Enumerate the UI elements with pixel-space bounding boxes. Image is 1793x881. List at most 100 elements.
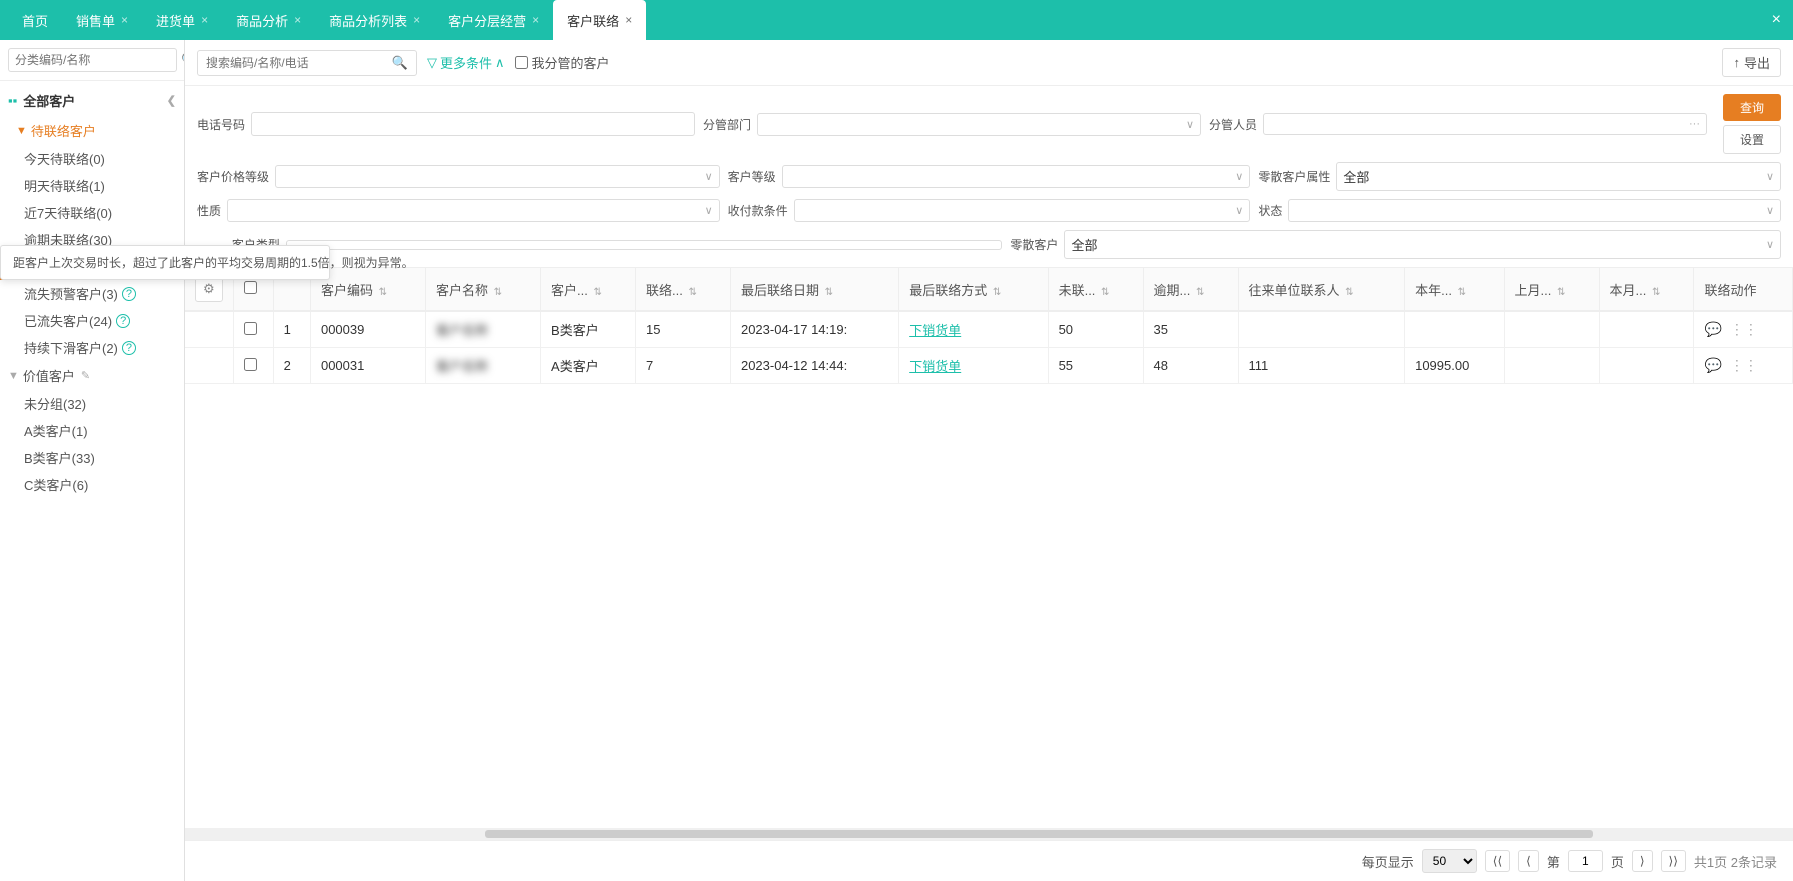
- sort-date-icon[interactable]: ⇅: [825, 287, 833, 298]
- filter-row-3: 性质 ∨ 收付款条件 ∨ 状态: [197, 199, 1781, 222]
- nav-customer-tier[interactable]: 客户分层经营 ×: [434, 0, 553, 40]
- retail-customer-label: 零散客户: [1010, 236, 1058, 253]
- price-level-select[interactable]: ∨: [275, 165, 720, 188]
- sort-uncontacted-icon[interactable]: ⇅: [1101, 287, 1109, 298]
- customer-type-select[interactable]: [286, 240, 1003, 250]
- nav-customer-contact[interactable]: 客户联络 ×: [553, 0, 646, 40]
- more-icon-1[interactable]: ⋮⋮: [1730, 321, 1758, 338]
- my-customer-checkbox[interactable]: [515, 56, 528, 69]
- export-icon: ↑: [1733, 55, 1740, 70]
- close-customer-contact-tab[interactable]: ×: [625, 13, 632, 27]
- declining-item[interactable]: 持续下滑客户(2) ?: [0, 334, 184, 361]
- cell-index-2: 2: [273, 348, 310, 384]
- filter-form: 电话号码 分管部门 ∨ 分管人员 ···: [185, 86, 1793, 268]
- close-product-analysis-list-tab[interactable]: ×: [413, 13, 420, 27]
- sort-lm-icon[interactable]: ⇅: [1557, 287, 1565, 298]
- today-pending[interactable]: 今天待联络(0): [0, 145, 184, 172]
- horizontal-scrollbar[interactable]: [185, 828, 1793, 840]
- close-customer-tier-tab[interactable]: ×: [532, 13, 539, 27]
- customer-level-select[interactable]: ∨: [782, 165, 1251, 188]
- dept-select[interactable]: ∨: [757, 113, 1201, 136]
- payment-label: 收付款条件: [728, 202, 788, 219]
- tomorrow-pending[interactable]: 明天待联络(1): [0, 172, 184, 199]
- close-product-analysis-tab[interactable]: ×: [294, 13, 301, 27]
- declining-help[interactable]: ?: [122, 341, 136, 355]
- value-a-class[interactable]: A类客户(1): [0, 417, 184, 444]
- churned-item[interactable]: 已流失客户(24) ?: [0, 307, 184, 334]
- nav-purchase[interactable]: 进货单 ×: [142, 0, 222, 40]
- cell-person-1: [1238, 311, 1405, 348]
- sort-name-icon[interactable]: ⇅: [494, 287, 502, 298]
- status-arrow: ∨: [1766, 204, 1774, 217]
- cell-checkbox-2: [233, 348, 273, 384]
- prev-page-btn[interactable]: ⟨: [1518, 850, 1539, 872]
- cell-uncontacted-2: 55: [1048, 348, 1143, 384]
- value-c-class[interactable]: C类客户(6): [0, 471, 184, 498]
- settings-button[interactable]: 设置: [1723, 125, 1781, 154]
- pending-contact-group[interactable]: ▼ 待联络客户: [0, 116, 184, 145]
- query-button[interactable]: 查询: [1723, 94, 1781, 121]
- nav-sales[interactable]: 销售单 ×: [62, 0, 142, 40]
- select-all-checkbox[interactable]: [244, 281, 257, 294]
- gender-select[interactable]: ∨: [227, 199, 720, 222]
- sort-type-icon[interactable]: ⇅: [594, 287, 602, 298]
- retail-customer-select[interactable]: 全部 ∨: [1064, 230, 1781, 259]
- chat-icon-2[interactable]: 💬: [1704, 357, 1721, 374]
- churn-warning-item[interactable]: 流失预警客户(3) ?: [0, 280, 184, 307]
- action-icons-1: 💬 ⋮⋮: [1704, 321, 1782, 338]
- sort-contact-icon[interactable]: ⇅: [688, 287, 696, 298]
- dept-label: 分管部门: [703, 116, 751, 133]
- value-ungrouped[interactable]: 未分组(32): [0, 390, 184, 417]
- search-input[interactable]: [206, 56, 388, 70]
- churn-warning-help[interactable]: ?: [122, 287, 136, 301]
- cell-year-2: 10995.00: [1405, 348, 1504, 384]
- phone-input[interactable]: [251, 112, 695, 136]
- chat-icon-1[interactable]: 💬: [1704, 321, 1721, 338]
- table-row: 2 000031 客户名称 A类客户 7 2023-04-12 14:44: 下…: [185, 348, 1793, 384]
- churned-help[interactable]: ?: [116, 314, 130, 328]
- payment-select[interactable]: ∨: [794, 199, 1251, 222]
- sort-tm-icon[interactable]: ⇅: [1652, 287, 1660, 298]
- per-page-select[interactable]: 50 100 200: [1422, 849, 1477, 873]
- retail-attr-select[interactable]: 全部 ∨: [1336, 162, 1781, 191]
- all-customers-header[interactable]: ▪▪ 全部客户 ❮: [0, 85, 184, 116]
- page-number-input[interactable]: [1568, 850, 1603, 872]
- sort-overdue-icon[interactable]: ⇅: [1196, 287, 1204, 298]
- value-customers-section[interactable]: ▼ 价值客户 ✎: [0, 361, 184, 390]
- close-all-tabs[interactable]: ×: [1772, 11, 1781, 29]
- close-purchase-tab[interactable]: ×: [201, 13, 208, 27]
- tooltip-box: 距客户上次交易时长，超过了此客户的平均交易周期的1.5倍，则视为异常。: [185, 245, 330, 280]
- contact-method-link-1[interactable]: 下销货单: [909, 323, 961, 338]
- next-page-btn[interactable]: ⟩: [1632, 850, 1653, 872]
- sort-code-icon[interactable]: ⇅: [379, 287, 387, 298]
- more-icon-2[interactable]: ⋮⋮: [1730, 357, 1758, 374]
- last-page-btn[interactable]: ⟩⟩: [1661, 850, 1686, 872]
- contact-method-link-2[interactable]: 下销货单: [909, 359, 961, 374]
- manager-select[interactable]: ···: [1263, 113, 1707, 135]
- row2-checkbox[interactable]: [244, 358, 257, 371]
- nav-product-analysis-list[interactable]: 商品分析列表 ×: [315, 0, 434, 40]
- search-icon[interactable]: 🔍: [392, 55, 408, 71]
- value-b-class[interactable]: B类客户(33): [0, 444, 184, 471]
- pagination: 每页显示 50 100 200 ⟨⟨ ⟨ 第 页 ⟩ ⟩⟩ 共1页 2条记录: [185, 840, 1793, 881]
- sort-year-icon[interactable]: ⇅: [1458, 287, 1466, 298]
- sort-person-icon[interactable]: ⇅: [1345, 287, 1353, 298]
- collapse-icon[interactable]: ❮: [167, 94, 176, 107]
- nav-home[interactable]: 首页: [8, 0, 62, 40]
- more-conditions-btn[interactable]: ▽ 更多条件 ∧: [427, 53, 505, 72]
- scrollbar-thumb[interactable]: [485, 830, 1593, 838]
- cell-uncontacted-1: 50: [1048, 311, 1143, 348]
- edit-value-icon[interactable]: ✎: [81, 369, 90, 382]
- week-pending[interactable]: 近7天待联络(0): [0, 199, 184, 226]
- table-container: ⚙ 客户编码 ⇅ 客户名称 ⇅: [185, 268, 1793, 828]
- export-button[interactable]: ↑ 导出: [1722, 48, 1781, 77]
- close-sales-tab[interactable]: ×: [121, 13, 128, 27]
- row1-checkbox[interactable]: [244, 322, 257, 335]
- sidebar-search-input[interactable]: [8, 48, 177, 72]
- sort-method-icon[interactable]: ⇅: [993, 287, 1001, 298]
- status-select[interactable]: ∨: [1288, 199, 1781, 222]
- first-page-btn[interactable]: ⟨⟨: [1485, 850, 1510, 872]
- payment-filter: 收付款条件 ∨: [728, 199, 1251, 222]
- nav-product-analysis[interactable]: 商品分析 ×: [222, 0, 315, 40]
- customer-name-blurred-2: 客户名称: [436, 359, 488, 374]
